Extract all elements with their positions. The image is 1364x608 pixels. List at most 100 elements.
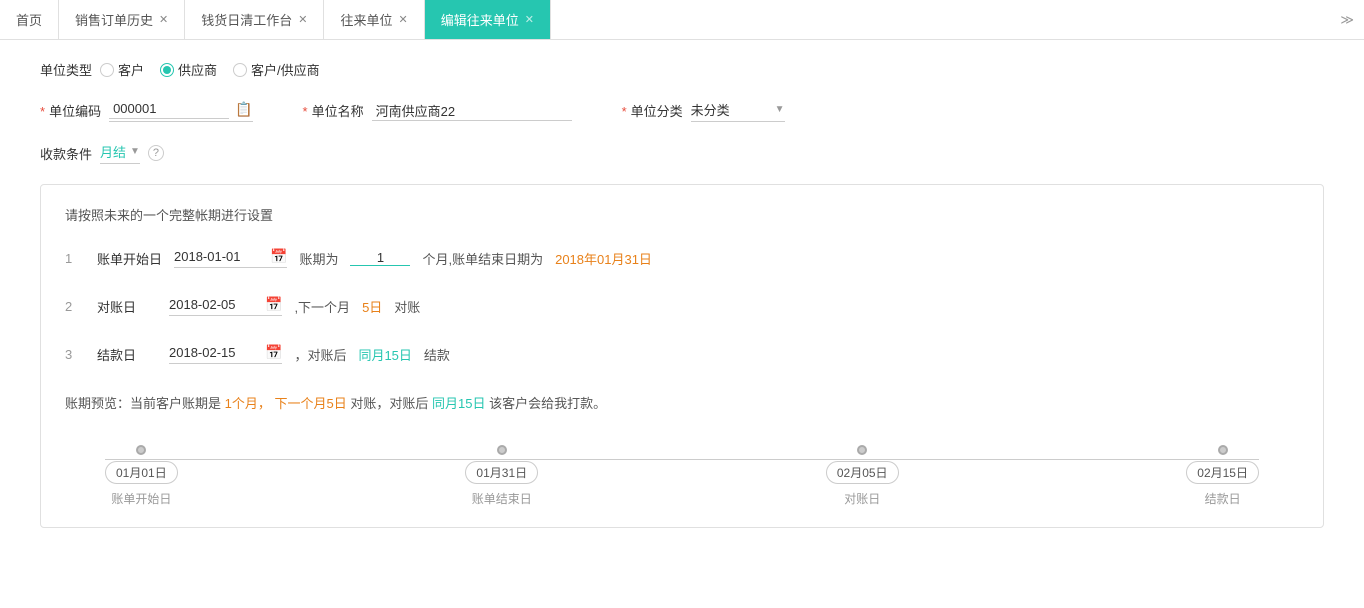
unit-code-group: 单位编码 📋 (40, 99, 253, 122)
close-icon[interactable]: ✕ (298, 13, 307, 26)
radio-customer[interactable]: 客户 (100, 60, 144, 79)
payment-terms-value: 月结 (100, 142, 126, 161)
period-value-input[interactable] (350, 250, 410, 266)
step-3-num: 3 (65, 347, 85, 362)
unit-type-row: 单位类型 客户 供应商 客户/供应商 (40, 60, 1324, 79)
node-badge-1: 01月31日 (465, 461, 538, 484)
payment-suffix-highlight: 同月15日 (358, 345, 411, 364)
step-1-label: 账单开始日 (97, 249, 162, 268)
payment-date-input[interactable] (169, 345, 259, 360)
reconcile-date-input[interactable] (169, 297, 259, 312)
node-dot-0 (136, 445, 146, 455)
timeline-node-2: 02月05日 对账日 (826, 445, 899, 507)
timeline-container: 01月01日 账单开始日 01月31日 账单结束日 02月05日 对账日 02月… (65, 445, 1299, 507)
tab-home[interactable]: 首页 (0, 0, 59, 39)
start-date-input[interactable] (174, 249, 264, 264)
calendar-icon-1[interactable]: 📅 (270, 248, 287, 265)
copy-icon[interactable]: 📋 (235, 101, 252, 118)
tab-cash-work[interactable]: 钱货日清工作台 ✕ (185, 0, 324, 39)
setting-row-2: 2 对账日 📅 ,下一个月 5日 对账 (65, 296, 1299, 316)
close-icon[interactable]: ✕ (399, 13, 408, 26)
node-label-1: 账单结束日 (472, 490, 532, 507)
node-dot-3 (1218, 445, 1228, 455)
step-1-num: 1 (65, 251, 85, 266)
radio-both[interactable]: 客户/供应商 (233, 60, 320, 79)
step-2-label: 对账日 (97, 297, 157, 316)
unit-type-label: 单位类型 (40, 60, 92, 79)
timeline-node-1: 01月31日 账单结束日 (465, 445, 538, 507)
preview-p4: 同月15日 (432, 396, 485, 411)
reconcile-suffix-post: 对账 (394, 297, 420, 316)
preview-p1: 1个月， (225, 396, 271, 411)
unit-code-input[interactable] (109, 99, 229, 119)
period-suffix: 个月,账单结束日期为 (422, 249, 543, 268)
payment-terms-label: 收款条件 (40, 144, 92, 163)
reconcile-suffix-pre: ,下一个月 (294, 297, 350, 316)
close-icon[interactable]: ✕ (159, 13, 168, 26)
payment-terms-row: 收款条件 月结 ▼ ? (40, 142, 1324, 164)
preview-p2: 下一个月5日 (275, 396, 347, 411)
setting-row-3: 3 结款日 📅 ，对账后 同月15日 结款 (65, 344, 1299, 364)
preview-p3: 对账，对账后 (350, 396, 428, 411)
tab-partner-units[interactable]: 往来单位 ✕ (324, 0, 424, 39)
tab-cash-work-label: 钱货日清工作台 (201, 10, 292, 29)
reconcile-date-input-wrap: 📅 (169, 296, 282, 316)
unit-type-group: 单位类型 客户 供应商 客户/供应商 (40, 60, 320, 79)
calendar-icon-3[interactable]: 📅 (265, 344, 282, 361)
payment-terms-select[interactable]: 月结 ▼ (100, 142, 140, 164)
node-badge-0: 01月01日 (105, 461, 178, 484)
tab-bar: 首页 销售订单历史 ✕ 钱货日清工作台 ✕ 往来单位 ✕ 编辑往来单位 ✕ ≫ (0, 0, 1364, 40)
tab-edit-partner-label: 编辑往来单位 (441, 10, 519, 29)
unit-name-label: 单位名称 (303, 101, 364, 120)
tab-expand-button[interactable]: ≫ (1330, 0, 1364, 39)
radio-group: 客户 供应商 客户/供应商 (100, 60, 320, 79)
node-label-0: 账单开始日 (111, 490, 171, 507)
payment-suffix-post: 结款 (424, 345, 450, 364)
radio-circle-both (233, 63, 247, 77)
section-title: 请按照未来的一个完整帐期进行设置 (65, 205, 1299, 224)
tab-home-label: 首页 (16, 10, 42, 29)
period-end-date: 2018年01月31日 (555, 249, 652, 268)
close-icon[interactable]: ✕ (525, 13, 534, 26)
node-dot-2 (857, 445, 867, 455)
unit-details-row: 单位编码 📋 单位名称 单位分类 未分类 ▼ (40, 99, 1324, 122)
radio-supplier-label: 供应商 (178, 60, 217, 79)
unit-category-group: 单位分类 未分类 ▼ (622, 100, 785, 122)
node-badge-3: 02月15日 (1186, 461, 1259, 484)
radio-circle-customer (100, 63, 114, 77)
radio-both-label: 客户/供应商 (251, 60, 320, 79)
payment-suffix-pre: ，对账后 (294, 345, 346, 364)
unit-code-label: 单位编码 (40, 101, 101, 120)
settings-section: 请按照未来的一个完整帐期进行设置 1 账单开始日 📅 账期为 个月,账单结束日期… (40, 184, 1324, 528)
node-label-2: 对账日 (844, 490, 880, 507)
tab-edit-partner[interactable]: 编辑往来单位 ✕ (425, 0, 551, 39)
help-icon[interactable]: ? (148, 145, 164, 161)
preview-label: 账期预览：当前客户账期是 (65, 396, 221, 411)
unit-category-label: 单位分类 (622, 101, 683, 120)
step-2-num: 2 (65, 299, 85, 314)
timeline-nodes: 01月01日 账单开始日 01月31日 账单结束日 02月05日 对账日 02月… (105, 445, 1259, 507)
preview-p5: 该客户会给我打款。 (489, 396, 606, 411)
tab-partner-units-label: 往来单位 (340, 10, 392, 29)
unit-category-value: 未分类 (691, 100, 771, 119)
node-label-3: 结款日 (1205, 490, 1241, 507)
unit-category-select[interactable]: 未分类 ▼ (691, 100, 785, 122)
node-dot-1 (497, 445, 507, 455)
period-label: 账期为 (299, 249, 338, 268)
chevron-down-icon-payment: ▼ (130, 146, 140, 157)
unit-code-input-wrap: 📋 (109, 99, 252, 122)
step-3-label: 结款日 (97, 345, 157, 364)
expand-icon: ≫ (1340, 12, 1354, 28)
timeline-node-3: 02月15日 结款日 (1186, 445, 1259, 507)
payment-date-input-wrap: 📅 (169, 344, 282, 364)
calendar-icon-2[interactable]: 📅 (265, 296, 282, 313)
radio-customer-label: 客户 (118, 60, 144, 79)
chevron-down-icon: ▼ (775, 104, 785, 115)
timeline-node-0: 01月01日 账单开始日 (105, 445, 178, 507)
payment-terms-group: 收款条件 月结 ▼ ? (40, 142, 164, 164)
unit-name-input[interactable] (372, 101, 572, 121)
tab-sales-history-label: 销售订单历史 (75, 10, 153, 29)
radio-supplier[interactable]: 供应商 (160, 60, 217, 79)
tab-sales-history[interactable]: 销售订单历史 ✕ (59, 0, 185, 39)
reconcile-suffix-highlight: 5日 (362, 297, 382, 316)
